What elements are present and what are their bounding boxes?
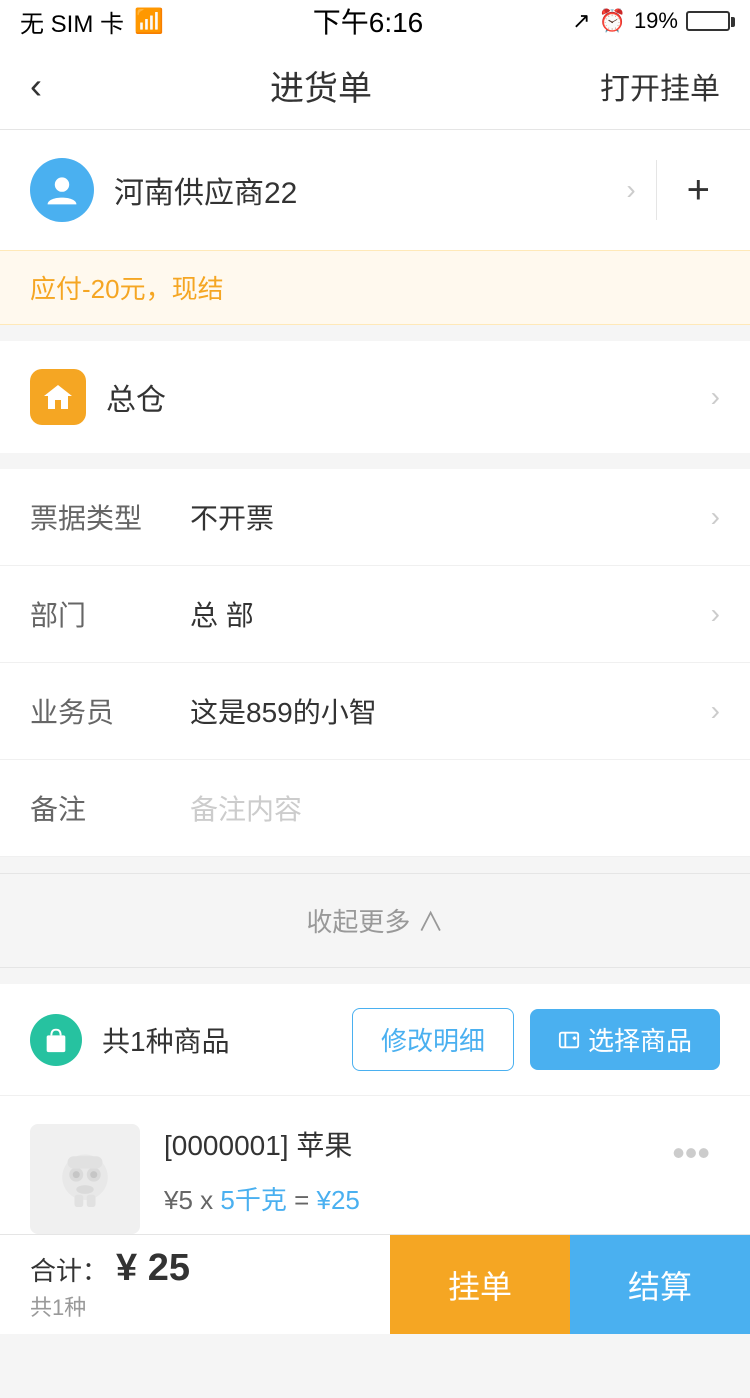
product-info: [0000001] 苹果 ¥5 x 5千克 = ¥25 bbox=[164, 1124, 662, 1217]
location-icon: ↗ bbox=[572, 8, 590, 34]
footer: 合计： ¥ 25 共1种 挂单 结算 bbox=[0, 1234, 750, 1334]
checkout-label: 结算 bbox=[628, 1262, 692, 1308]
salesperson-row[interactable]: 业务员 这是859的小智 › bbox=[0, 663, 750, 760]
salesperson-label: 业务员 bbox=[30, 691, 170, 731]
status-right: ↗ ⏰ 19% bbox=[572, 8, 730, 34]
invoice-type-chevron-icon: › bbox=[711, 501, 720, 533]
collapse-text: 收起更多 ∧ bbox=[306, 902, 443, 939]
battery-icon bbox=[686, 11, 730, 31]
footer-total-row: 合计： ¥ 25 bbox=[30, 1247, 360, 1290]
unit-price: ¥5 x bbox=[164, 1185, 220, 1215]
department-label: 部门 bbox=[30, 594, 170, 634]
notice-text: 应付-20元，现结 bbox=[30, 274, 224, 304]
form-section: 票据类型 不开票 › 部门 总 部 › 业务员 这是859的小智 › 备注 备注… bbox=[0, 469, 750, 857]
warehouse-row[interactable]: 总仓 › bbox=[0, 341, 750, 453]
page-title: 进货单 bbox=[270, 61, 372, 110]
add-supplier-button[interactable]: + bbox=[677, 168, 720, 213]
warehouse-chevron-icon: › bbox=[711, 381, 720, 413]
supplier-avatar bbox=[30, 158, 94, 222]
remark-row[interactable]: 备注 备注内容 bbox=[0, 760, 750, 857]
product-name: [0000001] 苹果 bbox=[164, 1124, 662, 1164]
supplier-section: 河南供应商22 › + 应付-20元，现结 bbox=[0, 130, 750, 325]
invoice-type-label: 票据类型 bbox=[30, 497, 170, 537]
total-label: 合计： bbox=[30, 1251, 108, 1288]
collapse-row[interactable]: 收起更多 ∧ bbox=[0, 873, 750, 968]
warehouse-name: 总仓 bbox=[106, 375, 711, 419]
battery-percent: 19% bbox=[634, 8, 678, 34]
status-left: 无 SIM 卡 📶 bbox=[20, 4, 164, 39]
total-amount: ¥ 25 bbox=[116, 1247, 190, 1290]
product-header: 共1种商品 修改明细 选择商品 bbox=[0, 984, 750, 1096]
select-product-label: 选择商品 bbox=[588, 1021, 692, 1058]
department-chevron-icon: › bbox=[711, 598, 720, 630]
product-thumbnail bbox=[30, 1124, 140, 1234]
product-count: 共1种商品 bbox=[102, 1020, 352, 1060]
hang-button[interactable]: 挂单 bbox=[390, 1235, 570, 1334]
remark-label: 备注 bbox=[30, 788, 170, 828]
product-price-info: ¥5 x 5千克 = ¥25 bbox=[164, 1180, 662, 1217]
select-product-button[interactable]: 选择商品 bbox=[530, 1009, 720, 1070]
salesperson-value: 这是859的小智 bbox=[170, 691, 711, 731]
product-title: 苹果 bbox=[296, 1130, 352, 1161]
quantity: 5千克 bbox=[220, 1185, 286, 1215]
invoice-type-value: 不开票 bbox=[170, 497, 711, 537]
remark-value[interactable]: 备注内容 bbox=[170, 788, 720, 828]
status-time: 下午6:16 bbox=[313, 1, 424, 41]
total-price: ¥25 bbox=[316, 1185, 359, 1215]
notice-bar: 应付-20元，现结 bbox=[0, 250, 750, 325]
carrier-label: 无 SIM 卡 bbox=[20, 4, 124, 39]
product-section: 共1种商品 修改明细 选择商品 bbox=[0, 984, 750, 1262]
wifi-icon: 📶 bbox=[134, 7, 164, 36]
open-hang-button[interactable]: 打开挂单 bbox=[600, 64, 720, 108]
supplier-name: 河南供应商22 bbox=[114, 168, 626, 212]
supplier-chevron-icon: › bbox=[626, 174, 635, 206]
back-button[interactable]: ‹ bbox=[30, 65, 42, 107]
checkout-button[interactable]: 结算 bbox=[570, 1235, 750, 1334]
product-code: [0000001] bbox=[164, 1130, 296, 1161]
product-icon bbox=[30, 1014, 82, 1066]
edit-detail-button[interactable]: 修改明细 bbox=[352, 1008, 514, 1071]
equals: = bbox=[287, 1185, 317, 1215]
alarm-icon: ⏰ bbox=[599, 8, 626, 34]
more-options-button[interactable]: ••• bbox=[662, 1132, 720, 1174]
department-row[interactable]: 部门 总 部 › bbox=[0, 566, 750, 663]
status-bar: 无 SIM 卡 📶 下午6:16 ↗ ⏰ 19% bbox=[0, 0, 750, 42]
footer-total: 合计： ¥ 25 共1种 bbox=[0, 1235, 390, 1334]
supplier-row[interactable]: 河南供应商22 › + bbox=[0, 130, 750, 250]
item-count-label: 共1种 bbox=[30, 1290, 360, 1322]
hang-label: 挂单 bbox=[448, 1262, 512, 1308]
salesperson-chevron-icon: › bbox=[711, 695, 720, 727]
warehouse-section: 总仓 › bbox=[0, 341, 750, 453]
department-value: 总 部 bbox=[170, 594, 711, 634]
vertical-divider bbox=[656, 160, 657, 220]
invoice-type-row[interactable]: 票据类型 不开票 › bbox=[0, 469, 750, 566]
nav-bar: ‹ 进货单 打开挂单 bbox=[0, 42, 750, 130]
warehouse-icon bbox=[30, 369, 86, 425]
